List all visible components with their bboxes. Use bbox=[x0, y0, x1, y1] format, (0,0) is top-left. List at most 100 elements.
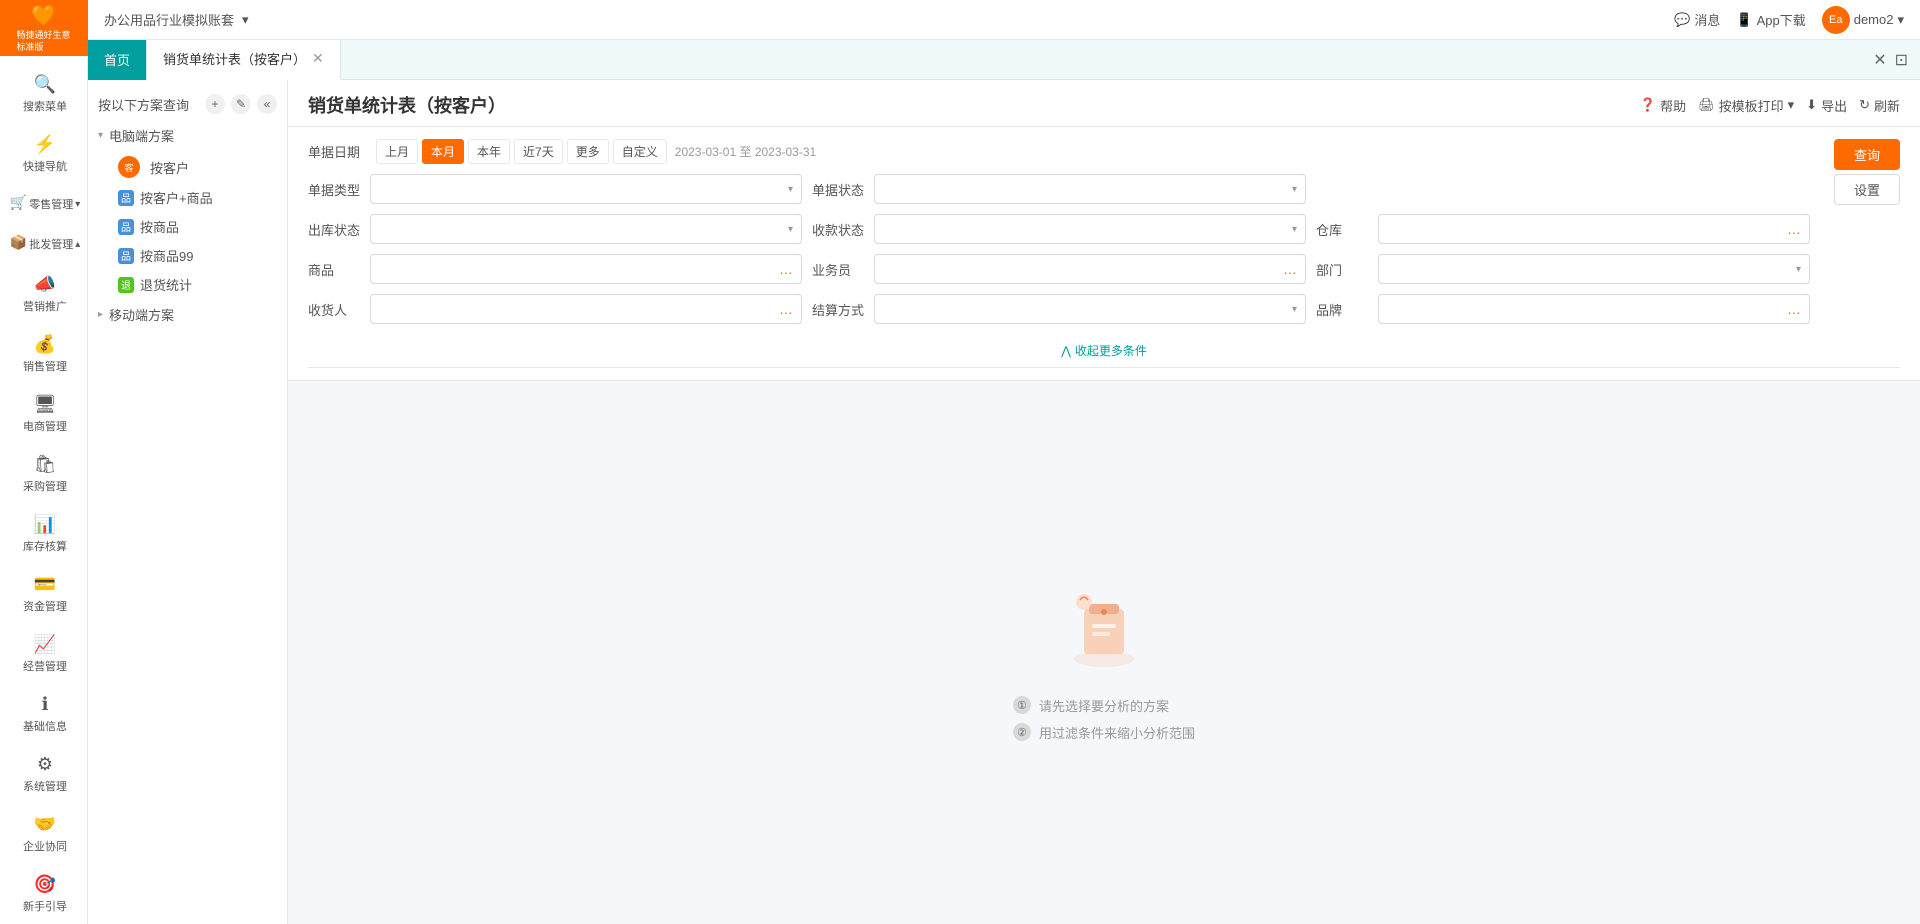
export-button[interactable]: ⬇ 导出 bbox=[1806, 96, 1847, 115]
edit-scheme-button[interactable]: ✎ bbox=[231, 94, 251, 114]
salesperson-filter: 业务员 … bbox=[812, 254, 1306, 284]
tree-sub-item-by-product-label: 按商品 bbox=[140, 217, 179, 236]
sidebar-item-purchase[interactable]: 🛍 采购管理 bbox=[0, 444, 87, 504]
export-label: 导出 bbox=[1821, 96, 1847, 115]
brand-input[interactable]: … bbox=[1378, 294, 1810, 324]
sidebar-item-search[interactable]: 🔍 搜索菜单 bbox=[0, 64, 87, 124]
sidebar-item-marketing[interactable]: 📣 营销推广 bbox=[0, 264, 87, 324]
date-btn-this-year[interactable]: 本年 bbox=[468, 139, 510, 164]
tab-window-controls: ✕ ⊡ bbox=[1861, 50, 1920, 70]
date-btn-last-7[interactable]: 近7天 bbox=[514, 139, 563, 164]
logo-icon: 🧡 bbox=[31, 3, 56, 28]
sidebar-item-inventory-label: 库存核算 bbox=[23, 538, 67, 554]
department-select[interactable]: ▾ bbox=[1378, 254, 1810, 284]
bill-type-select[interactable]: ▾ bbox=[370, 174, 802, 204]
app-download-icon: 📱 bbox=[1736, 12, 1752, 28]
brand-label: 品牌 bbox=[1316, 300, 1372, 319]
query-button[interactable]: 查询 bbox=[1834, 139, 1900, 170]
wholesale-icon: 📦 bbox=[10, 234, 27, 251]
tab-sales-stats-label: 销货单统计表（按客户） bbox=[163, 49, 306, 68]
salesperson-input[interactable]: … bbox=[874, 254, 1306, 284]
tree-item-mobile-label: 移动端方案 bbox=[109, 305, 174, 324]
bill-type-filter: 单据类型 ▾ bbox=[308, 174, 802, 204]
action-buttons: 查询 设置 bbox=[1822, 139, 1900, 205]
date-btn-last-month[interactable]: 上月 bbox=[376, 139, 418, 164]
template-print-button[interactable]: 🖨 按模板打印 ▾ bbox=[1698, 96, 1794, 115]
sidebar-menu: 🔍 搜索菜单 ⚡ 快捷导航 🛒 零售管理 ▾ 📦 批发管理 ▴ 📣 营销推广 💰… bbox=[0, 56, 87, 924]
export-icon: ⬇ bbox=[1806, 97, 1817, 113]
topbar-dropdown-icon[interactable]: ▾ bbox=[242, 12, 249, 28]
user-chevron: ▾ bbox=[1897, 12, 1904, 28]
bill-type-chevron: ▾ bbox=[788, 184, 793, 195]
payment-state-filter: 收款状态 ▾ bbox=[812, 214, 1306, 244]
date-btn-this-month[interactable]: 本月 bbox=[422, 139, 464, 164]
empty-tips: ① 请先选择要分析的方案 ② 用过滤条件来缩小分析范围 bbox=[1013, 696, 1195, 742]
bill-type-label: 单据类型 bbox=[308, 180, 364, 199]
ecommerce-icon: 🖥 bbox=[34, 394, 57, 415]
refresh-button[interactable]: ↻ 刷新 bbox=[1859, 96, 1900, 115]
panel-title: 按以下方案查询 + ✎ « bbox=[88, 88, 287, 120]
date-btn-custom[interactable]: 自定义 bbox=[613, 139, 667, 164]
tree-item-desktop[interactable]: ▾ 电脑端方案 bbox=[88, 120, 287, 151]
collapse-button[interactable]: ⋀ 收起更多条件 bbox=[308, 334, 1900, 368]
tip-num-1: ① bbox=[1013, 696, 1031, 714]
empty-state: ① 请先选择要分析的方案 ② 用过滤条件来缩小分析范围 bbox=[288, 381, 1920, 924]
tree-sub-item-by-product-99[interactable]: 品 按商品99 bbox=[88, 241, 287, 270]
tree-item-mobile[interactable]: ▸ 移动端方案 bbox=[88, 299, 287, 330]
sidebar-item-finance-label: 资金管理 bbox=[23, 598, 67, 614]
settings-button[interactable]: 设置 bbox=[1834, 174, 1900, 205]
user-menu[interactable]: Ea demo2 ▾ bbox=[1822, 6, 1904, 34]
by-customer-icon: 客 bbox=[118, 156, 140, 178]
date-btn-more[interactable]: 更多 bbox=[567, 139, 609, 164]
out-state-select[interactable]: ▾ bbox=[370, 214, 802, 244]
product-input[interactable]: … bbox=[370, 254, 802, 284]
purchase-icon: 🛍 bbox=[34, 454, 57, 475]
brand-ellipsis: … bbox=[1787, 301, 1801, 317]
sidebar-item-newbie[interactable]: 🎯 新手引导 bbox=[0, 864, 87, 924]
settlement-label: 结算方式 bbox=[812, 300, 868, 319]
payment-state-select[interactable]: ▾ bbox=[874, 214, 1306, 244]
sidebar-item-sales[interactable]: 💰 销售管理 bbox=[0, 324, 87, 384]
warehouse-filter: 仓库 … bbox=[1316, 214, 1810, 244]
sidebar-item-enterprise[interactable]: 🤝 企业协同 bbox=[0, 804, 87, 864]
tab-home[interactable]: 首页 bbox=[88, 40, 147, 80]
sidebar-item-operations[interactable]: 📈 经营管理 bbox=[0, 624, 87, 684]
collapse-panel-button[interactable]: « bbox=[257, 94, 277, 114]
settlement-select[interactable]: ▾ bbox=[874, 294, 1306, 324]
sidebar-item-retail[interactable]: 🛒 零售管理 ▾ bbox=[0, 184, 87, 224]
sidebar-item-basic[interactable]: ℹ 基础信息 bbox=[0, 684, 87, 744]
tab-close-icon[interactable]: ✕ bbox=[312, 50, 324, 67]
sidebar: 🧡 畅捷通好生意 标准版 🔍 搜索菜单 ⚡ 快捷导航 🛒 零售管理 ▾ 📦 批发… bbox=[0, 0, 88, 924]
window-maximize-icon[interactable]: ⊡ bbox=[1895, 50, 1908, 70]
receiver-filter: 收货人 … bbox=[308, 294, 802, 324]
sidebar-item-inventory[interactable]: 📊 库存核算 bbox=[0, 504, 87, 564]
tab-sales-stats[interactable]: 销货单统计表（按客户） ✕ bbox=[147, 40, 341, 80]
sidebar-item-ecommerce[interactable]: 🖥 电商管理 bbox=[0, 384, 87, 444]
message-button[interactable]: 💬 消息 bbox=[1674, 10, 1720, 29]
template-print-label: 按模板打印 bbox=[1719, 96, 1784, 115]
warehouse-select[interactable]: … bbox=[1378, 214, 1810, 244]
window-close-icon[interactable]: ✕ bbox=[1873, 50, 1886, 70]
left-panel: 按以下方案查询 + ✎ « ▾ 电脑端方案 bbox=[88, 80, 288, 924]
topbar: 办公用品行业模拟账套 ▾ 💬 消息 📱 App下载 Ea demo2 ▾ bbox=[88, 0, 1920, 40]
bill-state-select[interactable]: ▾ bbox=[874, 174, 1306, 204]
add-scheme-button[interactable]: + bbox=[205, 94, 225, 114]
app-download-button[interactable]: 📱 App下载 bbox=[1736, 10, 1805, 29]
sidebar-item-quick-nav[interactable]: ⚡ 快捷导航 bbox=[0, 124, 87, 184]
out-state-chevron: ▾ bbox=[788, 224, 793, 235]
refresh-icon: ↻ bbox=[1859, 97, 1870, 113]
settlement-filter: 结算方式 ▾ bbox=[812, 294, 1306, 324]
sidebar-item-wholesale[interactable]: 📦 批发管理 ▴ bbox=[0, 224, 87, 264]
tree-sub-item-by-customer-product[interactable]: 品 按客户+商品 bbox=[88, 183, 287, 212]
sidebar-item-finance[interactable]: 💳 资金管理 bbox=[0, 564, 87, 624]
tree-sub-item-by-customer[interactable]: 客 按客户 bbox=[88, 151, 287, 183]
receiver-label: 收货人 bbox=[308, 300, 364, 319]
tree-sub-item-return-stats[interactable]: 退 退货统计 bbox=[88, 270, 287, 299]
tree-sub-item-by-product[interactable]: 品 按商品 bbox=[88, 212, 287, 241]
help-button[interactable]: ❓ 帮助 bbox=[1640, 96, 1686, 115]
sidebar-item-sales-label: 销售管理 bbox=[23, 358, 67, 374]
sidebar-item-system[interactable]: ⚙ 系统管理 bbox=[0, 744, 87, 804]
receiver-input[interactable]: … bbox=[370, 294, 802, 324]
product-filter: 商品 … bbox=[308, 254, 802, 284]
sidebar-item-basic-label: 基础信息 bbox=[23, 718, 67, 734]
